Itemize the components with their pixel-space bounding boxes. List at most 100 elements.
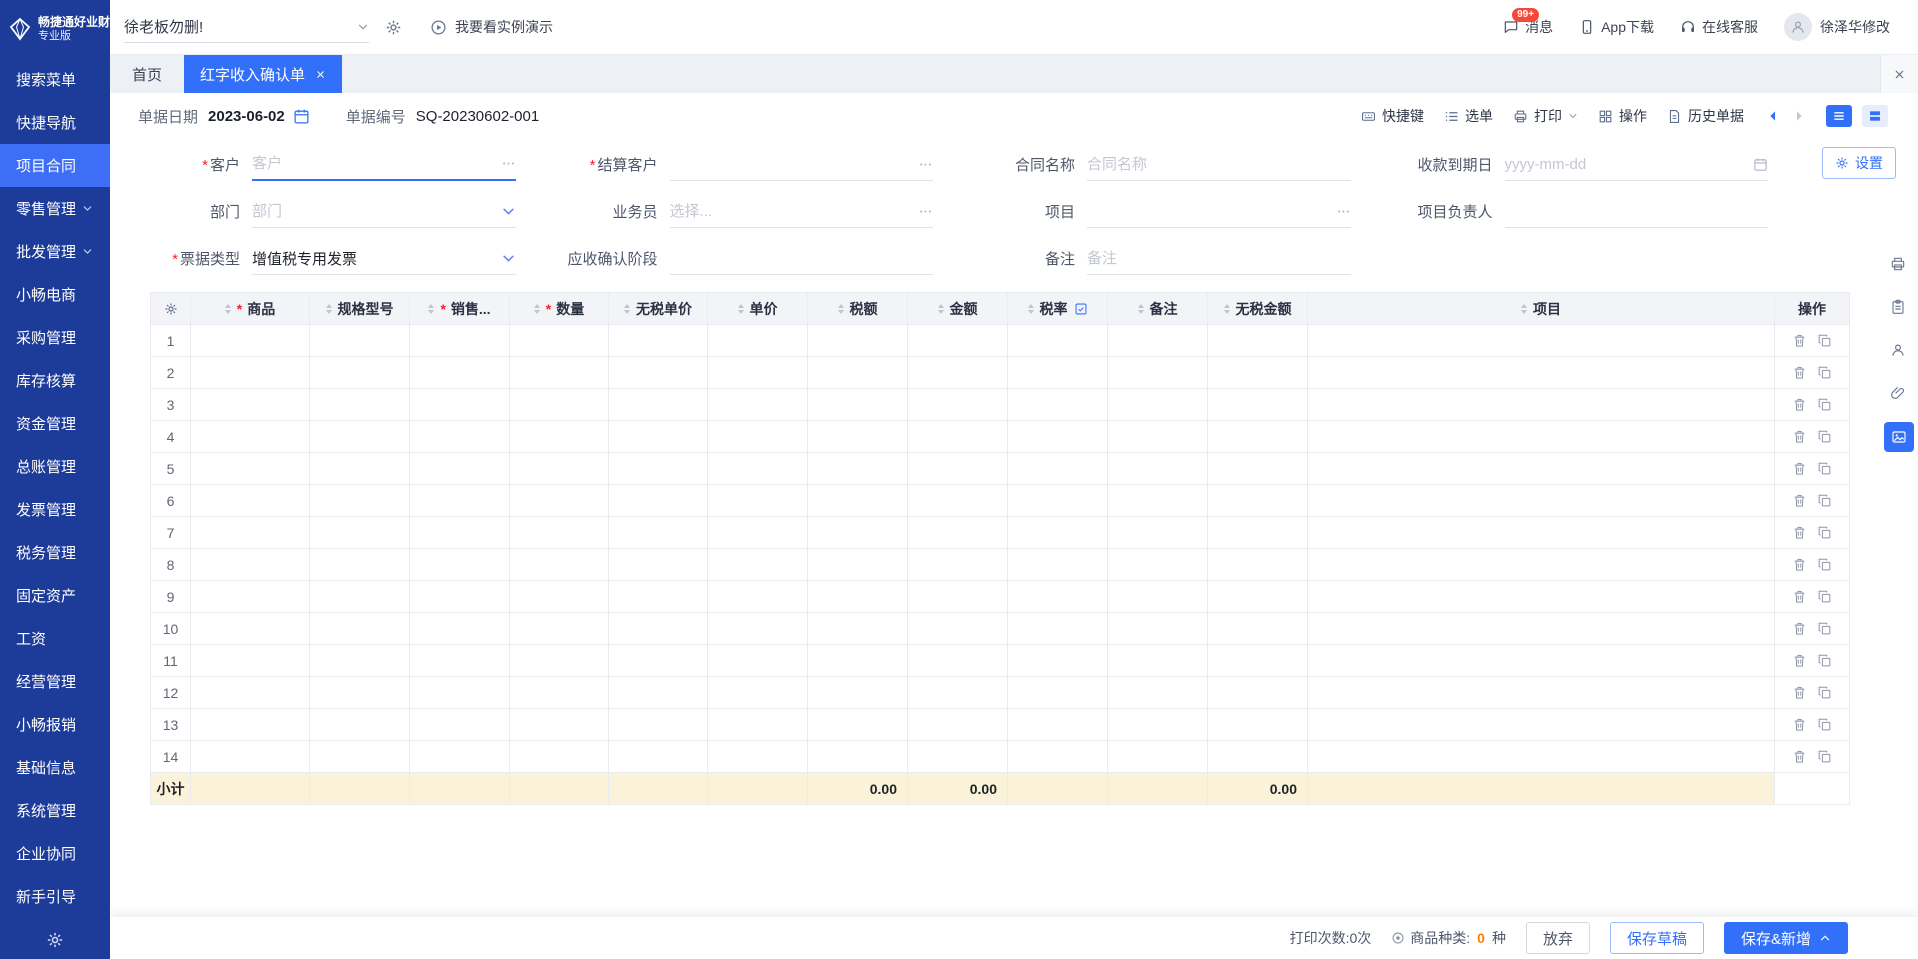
grid-cell[interactable]	[1207, 740, 1308, 773]
delete-row-icon[interactable]	[1792, 397, 1807, 412]
grid-cell[interactable]	[190, 516, 310, 549]
copy-row-icon[interactable]	[1817, 621, 1832, 636]
grid-cell[interactable]	[907, 324, 1008, 357]
copy-row-icon[interactable]	[1817, 397, 1832, 412]
grid-cell[interactable]	[807, 420, 908, 453]
grid-cell[interactable]	[309, 516, 410, 549]
save-draft-button[interactable]: 保存草稿	[1609, 922, 1704, 954]
image-icon[interactable]	[1884, 422, 1914, 452]
grid-cell[interactable]	[1207, 548, 1308, 581]
grid-cell[interactable]	[807, 580, 908, 613]
grid-cell[interactable]	[190, 708, 310, 741]
grid-cell[interactable]	[409, 644, 510, 677]
save-and-new-button[interactable]: 保存&新增	[1723, 922, 1848, 954]
print-button[interactable]: 打印	[1513, 106, 1578, 126]
salesman-input[interactable]	[669, 202, 912, 220]
grid-cell[interactable]	[190, 356, 310, 389]
column-header[interactable]: 税额	[807, 292, 908, 325]
user-menu[interactable]: 徐泽华修改	[1784, 13, 1890, 41]
sidebar-item[interactable]: 发票管理	[0, 488, 110, 531]
grid-cell[interactable]	[509, 676, 609, 709]
copy-row-icon[interactable]	[1817, 429, 1832, 444]
grid-cell[interactable]	[1307, 740, 1775, 773]
grid-cell[interactable]	[1007, 356, 1108, 389]
delete-row-icon[interactable]	[1792, 621, 1807, 636]
grid-cell[interactable]	[1207, 420, 1308, 453]
grid-cell[interactable]	[807, 676, 908, 709]
sort-icon[interactable]	[1223, 303, 1230, 314]
grid-cell[interactable]	[309, 548, 410, 581]
grid-cell[interactable]	[1207, 580, 1308, 613]
sort-icon[interactable]	[624, 303, 630, 314]
copy-row-icon[interactable]	[1817, 365, 1832, 380]
copy-row-icon[interactable]	[1817, 685, 1832, 700]
column-header[interactable]: 项目	[1307, 292, 1775, 325]
column-header[interactable]: 金额	[907, 292, 1008, 325]
grid-cell[interactable]	[807, 612, 908, 645]
sidebar-item[interactable]: 系统管理	[0, 789, 110, 832]
project-input[interactable]	[1087, 202, 1330, 220]
grid-settings-header[interactable]	[150, 292, 191, 325]
pick-order-button[interactable]: 选单	[1444, 106, 1493, 126]
grid-cell[interactable]	[309, 324, 410, 357]
grid-cell[interactable]	[309, 708, 410, 741]
grid-cell[interactable]	[1007, 548, 1108, 581]
sort-icon[interactable]	[325, 303, 332, 314]
sort-icon[interactable]	[224, 303, 231, 314]
delete-row-icon[interactable]	[1792, 493, 1807, 508]
grid-cell[interactable]	[1107, 548, 1208, 581]
grid-cell[interactable]	[1207, 452, 1308, 485]
grid-cell[interactable]	[807, 740, 908, 773]
grid-cell[interactable]	[509, 356, 609, 389]
online-service-button[interactable]: 在线客服	[1680, 17, 1758, 37]
grid-cell[interactable]	[707, 740, 808, 773]
sort-icon[interactable]	[837, 303, 844, 314]
sidebar-item[interactable]: 新手引导	[0, 875, 110, 918]
grid-cell[interactable]	[807, 324, 908, 357]
contract-name-input[interactable]	[1087, 155, 1351, 173]
grid-cell[interactable]	[707, 452, 808, 485]
grid-cell[interactable]	[409, 676, 510, 709]
chevron-down-icon[interactable]	[501, 251, 516, 266]
list-view-toggle[interactable]	[1826, 105, 1852, 127]
close-tab-icon[interactable]	[315, 69, 326, 80]
grid-cell[interactable]	[509, 420, 609, 453]
grid-cell[interactable]	[907, 452, 1008, 485]
grid-cell[interactable]	[608, 612, 708, 645]
sidebar-item[interactable]: 总账管理	[0, 445, 110, 488]
delete-row-icon[interactable]	[1792, 333, 1807, 348]
grid-cell[interactable]	[707, 548, 808, 581]
grid-cell[interactable]	[707, 708, 808, 741]
grid-cell[interactable]	[409, 356, 510, 389]
grid-cell[interactable]	[807, 484, 908, 517]
printer-icon[interactable]	[1884, 250, 1912, 278]
sort-icon[interactable]	[737, 303, 744, 314]
copy-row-icon[interactable]	[1817, 749, 1832, 764]
grid-cell[interactable]	[1107, 612, 1208, 645]
due-date-input[interactable]	[1504, 155, 1747, 173]
grid-cell[interactable]	[409, 324, 510, 357]
sort-icon[interactable]	[533, 303, 540, 314]
sidebar-item[interactable]: 企业协同	[0, 832, 110, 875]
grid-cell[interactable]	[309, 580, 410, 613]
demo-link[interactable]: 我要看实例演示	[430, 17, 553, 37]
grid-cell[interactable]	[309, 420, 410, 453]
confirm-stage-input[interactable]	[669, 249, 933, 267]
history-button[interactable]: 历史单据	[1667, 106, 1744, 126]
grid-cell[interactable]	[509, 516, 609, 549]
grid-cell[interactable]	[907, 548, 1008, 581]
delete-row-icon[interactable]	[1792, 589, 1807, 604]
operations-button[interactable]: 操作	[1598, 106, 1647, 126]
grid-cell[interactable]	[409, 612, 510, 645]
grid-cell[interactable]	[1307, 356, 1775, 389]
grid-cell[interactable]	[807, 708, 908, 741]
sidebar-item[interactable]: 搜索菜单	[0, 58, 110, 101]
grid-cell[interactable]	[1307, 420, 1775, 453]
invoice-type-value[interactable]: 增值税专用发票	[252, 248, 495, 269]
grid-cell[interactable]	[707, 516, 808, 549]
grid-cell[interactable]	[807, 388, 908, 421]
grid-cell[interactable]	[190, 676, 310, 709]
grid-cell[interactable]	[608, 356, 708, 389]
grid-cell[interactable]	[1307, 708, 1775, 741]
column-header[interactable]: 无税单价	[608, 292, 708, 325]
